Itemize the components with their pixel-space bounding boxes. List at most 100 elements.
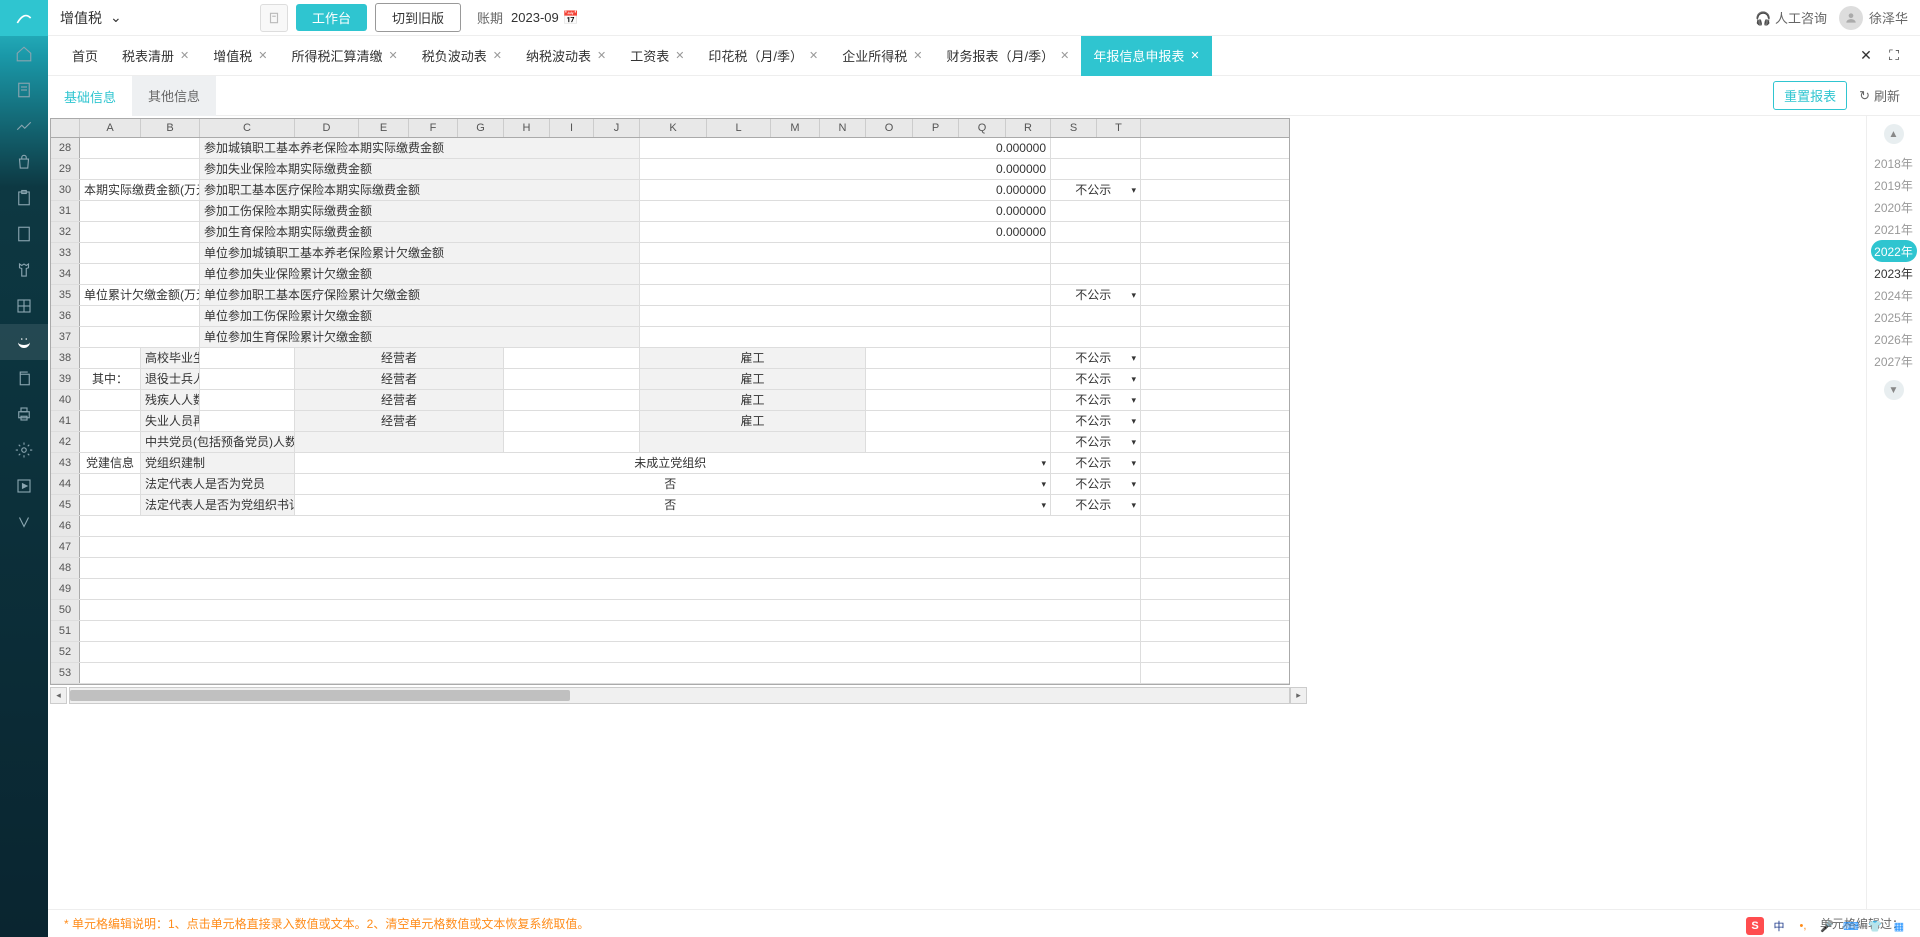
cell[interactable]: [80, 537, 1141, 557]
cell[interactable]: 党建信息: [80, 453, 141, 473]
cell[interactable]: [80, 243, 200, 263]
close-icon[interactable]: ✕: [180, 49, 189, 62]
tab-10[interactable]: 年报信息申报表✕: [1081, 36, 1211, 76]
col-header[interactable]: B: [141, 119, 200, 137]
nav-calc-icon[interactable]: [0, 216, 48, 252]
cell[interactable]: 0.000000: [640, 180, 1051, 200]
row-header[interactable]: 28: [51, 138, 80, 158]
col-header[interactable]: A: [80, 119, 141, 137]
cell[interactable]: [866, 432, 1051, 452]
col-header[interactable]: R: [1006, 119, 1051, 137]
ime-grid-icon[interactable]: ▦: [1890, 917, 1908, 935]
year-option[interactable]: 2024年: [1871, 284, 1917, 306]
cell[interactable]: [1051, 306, 1141, 326]
close-icon[interactable]: ✕: [389, 49, 398, 62]
cell[interactable]: [866, 348, 1051, 368]
col-header[interactable]: C: [200, 119, 295, 137]
ime-mic-icon[interactable]: 🎤: [1818, 917, 1836, 935]
col-header[interactable]: [51, 119, 80, 137]
cell[interactable]: 单位参加生育保险累计欠缴金额: [200, 327, 640, 347]
close-icon[interactable]: ✕: [675, 49, 684, 62]
year-option[interactable]: 2021年: [1871, 218, 1917, 240]
row-header[interactable]: 33: [51, 243, 80, 263]
cell[interactable]: [200, 411, 295, 431]
cell[interactable]: [866, 390, 1051, 410]
cell[interactable]: 法定代表人是否为党员: [141, 474, 295, 494]
cell[interactable]: 经营者: [295, 411, 504, 431]
old-version-button[interactable]: 切到旧版: [375, 3, 461, 32]
cell[interactable]: 其中：: [80, 369, 141, 389]
cell[interactable]: [1051, 222, 1141, 242]
tab-9[interactable]: 财务报表（月/季）✕: [935, 36, 1082, 76]
cell[interactable]: 单位累计欠缴金额(万元): [80, 285, 200, 305]
col-header[interactable]: Q: [959, 119, 1006, 137]
year-option[interactable]: 2019年: [1871, 174, 1917, 196]
cell[interactable]: [80, 327, 200, 347]
cell[interactable]: [504, 390, 640, 410]
cell[interactable]: 单位参加职工基本医疗保险累计欠缴金额: [200, 285, 640, 305]
nav-bowl-icon[interactable]: [0, 324, 48, 360]
year-option[interactable]: 2020年: [1871, 196, 1917, 218]
cell[interactable]: 法定代表人是否为党组织书记: [141, 495, 295, 515]
cell[interactable]: 高校毕业生人数: [141, 348, 200, 368]
cell[interactable]: [80, 495, 141, 515]
cell[interactable]: [200, 390, 295, 410]
col-header[interactable]: G: [458, 119, 504, 137]
nav-copy-icon[interactable]: [0, 360, 48, 396]
row-header[interactable]: 44: [51, 474, 80, 494]
cell[interactable]: [80, 474, 141, 494]
year-option[interactable]: 2026年: [1871, 328, 1917, 350]
cell[interactable]: [1051, 138, 1141, 158]
tab-7[interactable]: 印花税（月/季）✕: [696, 36, 830, 76]
row-header[interactable]: 34: [51, 264, 80, 284]
cell[interactable]: 雇工: [640, 411, 866, 431]
row-header[interactable]: 29: [51, 159, 80, 179]
consult-link[interactable]: 🎧 人工咨询: [1755, 8, 1827, 27]
cell[interactable]: [200, 369, 295, 389]
cell[interactable]: 不公示: [1051, 285, 1141, 305]
cell[interactable]: 未成立党组织: [295, 453, 1051, 473]
nav-clip-icon[interactable]: [0, 180, 48, 216]
cell[interactable]: 党组织建制: [141, 453, 295, 473]
cell[interactable]: [80, 558, 1141, 578]
cell[interactable]: 退役士兵人数: [141, 369, 200, 389]
cell[interactable]: 单位参加工伤保险累计欠缴金额: [200, 306, 640, 326]
subtab-0[interactable]: 基础信息: [48, 76, 132, 116]
cell[interactable]: [80, 222, 200, 242]
cell[interactable]: [80, 159, 200, 179]
col-header[interactable]: M: [771, 119, 820, 137]
row-header[interactable]: 32: [51, 222, 80, 242]
row-header[interactable]: 38: [51, 348, 80, 368]
cell[interactable]: 0.000000: [640, 222, 1051, 242]
row-header[interactable]: 52: [51, 642, 80, 662]
cell[interactable]: 否: [295, 474, 1051, 494]
nav-doc-icon[interactable]: [0, 72, 48, 108]
cell[interactable]: [640, 285, 1051, 305]
tab-3[interactable]: 所得税汇算清缴✕: [279, 36, 409, 76]
cell[interactable]: 本期实际缴费金额(万元): [80, 180, 200, 200]
cell[interactable]: 中共党员(包括预备党员)人数: [141, 432, 295, 452]
tab-5[interactable]: 纳税波动表✕: [514, 36, 618, 76]
ime-sogou-icon[interactable]: S: [1746, 917, 1764, 935]
hscroll-left[interactable]: ◂: [50, 687, 67, 704]
cell[interactable]: 0.000000: [640, 159, 1051, 179]
ime-cn-icon[interactable]: 中: [1770, 917, 1788, 935]
cell[interactable]: [80, 306, 200, 326]
row-header[interactable]: 35: [51, 285, 80, 305]
cell[interactable]: [80, 432, 141, 452]
cell[interactable]: 不公示: [1051, 495, 1141, 515]
nav-home-icon[interactable]: [0, 36, 48, 72]
nav-grid-icon[interactable]: [0, 288, 48, 324]
cell[interactable]: [80, 621, 1141, 641]
cell[interactable]: 雇工: [640, 390, 866, 410]
col-header[interactable]: S: [1051, 119, 1097, 137]
row-header[interactable]: 45: [51, 495, 80, 515]
cell[interactable]: [80, 348, 141, 368]
cell[interactable]: 0.000000: [640, 201, 1051, 221]
cell[interactable]: [80, 201, 200, 221]
ime-kbd-icon[interactable]: ⌨: [1842, 917, 1860, 935]
cell[interactable]: [866, 369, 1051, 389]
row-header[interactable]: 50: [51, 600, 80, 620]
col-header[interactable]: D: [295, 119, 359, 137]
cell[interactable]: 单位参加失业保险累计欠缴金额: [200, 264, 640, 284]
